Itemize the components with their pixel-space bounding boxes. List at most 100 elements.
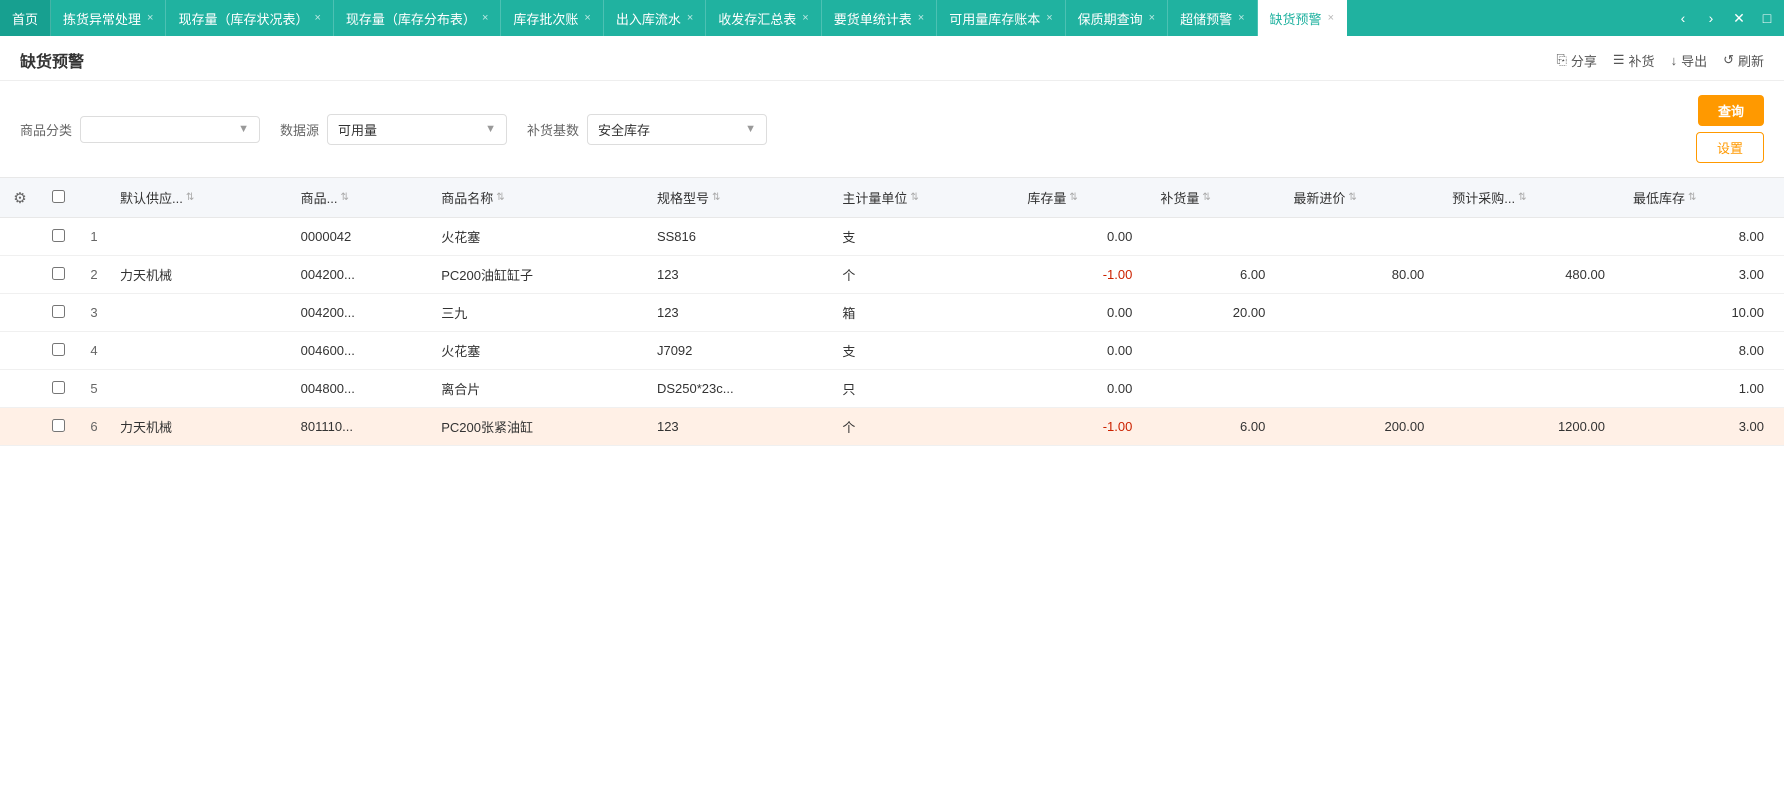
replenish-icon: ☰ [1613,52,1625,68]
th-replenish[interactable]: 补货量⇅ [1152,178,1285,218]
tab-item-7[interactable]: 要货单统计表× [822,0,937,36]
tab-label-11: 缺货预警 [1270,9,1322,28]
cell-settings-2 [0,294,40,332]
cell-min-stock-5: 3.00 [1625,408,1784,446]
tab-item-6[interactable]: 收发存汇总表 × [706,0,821,36]
row-checkbox-2[interactable] [52,305,65,318]
replenish-base-select[interactable]: 安全库存 ▼ [587,114,767,145]
cell-spec-3: J7092 [649,332,834,370]
th-name[interactable]: 商品名称⇅ [433,178,649,218]
refresh-action[interactable]: ↺ 刷新 [1723,51,1764,70]
th-supplier[interactable]: 默认供应...⇅ [112,178,293,218]
export-action[interactable]: ↓ 导出 [1671,51,1708,70]
tab-item-1[interactable]: 拣货异常处理 × [51,0,166,36]
sort-name-icon: ⇅ [496,192,504,203]
filter-datasource-group: 数据源 可用量 ▼ [280,114,507,145]
cell-name-2: 三九 [433,294,649,332]
cell-supplier-0 [112,218,293,256]
tab-item-4[interactable]: 库存批次账× [501,0,603,36]
tab-item-10[interactable]: 超储预警× [1168,0,1257,36]
table-row: 2 力天机械 004200... PC200油缸缸子 123 个 -1.00 6… [0,256,1784,294]
cell-checkbox-3[interactable] [40,332,76,370]
sort-min-stock-icon: ⇅ [1688,192,1696,203]
th-checkbox[interactable] [40,178,76,218]
cell-index-3: 4 [76,332,112,370]
tab-close-8[interactable]: × [1046,12,1052,24]
th-spec[interactable]: 规格型号⇅ [649,178,834,218]
th-settings[interactable]: ⚙ [0,178,40,218]
cell-stock-3: 0.00 [1019,332,1152,370]
tab-label-6: 收发存汇总表 [718,9,796,28]
table-body: 1 0000042 火花塞 SS816 支 0.00 8.00 2 力天机械 0… [0,218,1784,446]
replenish-action[interactable]: ☰ 补货 [1613,51,1655,70]
tab-item-9[interactable]: 保质期查询× [1066,0,1168,36]
tab-item-8[interactable]: 可用量库存账本× [937,0,1065,36]
tab-label-1: 拣货异常处理 [63,9,141,28]
select-all-checkbox[interactable] [52,190,65,203]
sort-spec-icon: ⇅ [712,192,720,203]
cell-checkbox-5[interactable] [40,408,76,446]
datasource-select[interactable]: 可用量 ▼ [327,114,507,145]
cell-spec-2: 123 [649,294,834,332]
th-unit[interactable]: 主计量单位⇅ [834,178,1019,218]
th-replenish-label: 补货量 [1160,188,1199,207]
row-checkbox-5[interactable] [52,419,65,432]
cell-min-stock-2: 10.00 [1625,294,1784,332]
cell-settings-1 [0,256,40,294]
gear-icon[interactable]: ⚙ [13,190,26,207]
tab-close-3[interactable]: × [482,12,488,24]
setting-button[interactable]: 设置 [1696,132,1764,163]
tab-close-7[interactable]: × [918,12,924,24]
tab-label-2: 现存量（库存状况表） [178,9,308,28]
th-latest-price[interactable]: 最新进价⇅ [1285,178,1444,218]
cell-replenish-0 [1152,218,1285,256]
th-stock[interactable]: 库存量⇅ [1019,178,1152,218]
header-actions: ⎘ 分享 ☰ 补货 ↓ 导出 ↺ 刷新 [1556,51,1764,70]
tab-close-4[interactable]: × [584,12,590,24]
th-min-stock[interactable]: 最低库存⇅ [1625,178,1784,218]
category-select[interactable]: ▼ [80,116,260,143]
cell-name-4: 离合片 [433,370,649,408]
th-code[interactable]: 商品...⇅ [293,178,434,218]
cell-replenish-5: 6.00 [1152,408,1285,446]
cell-checkbox-4[interactable] [40,370,76,408]
tab-close-5[interactable]: × [687,12,693,24]
cell-checkbox-0[interactable] [40,218,76,256]
tab-item-2[interactable]: 现存量（库存状况表） × [166,0,333,36]
tab-close-9[interactable]: × [1149,12,1155,24]
cell-latest-price-1: 80.00 [1285,256,1444,294]
query-button[interactable]: 查询 [1698,95,1764,126]
tab-close-btn[interactable]: ✕ [1726,5,1752,31]
cell-checkbox-2[interactable] [40,294,76,332]
tab-close-6[interactable]: × [802,12,808,24]
tab-item-5[interactable]: 出入库流水× [604,0,706,36]
tab-maximize-btn[interactable]: □ [1754,5,1780,31]
cell-latest-price-5: 200.00 [1285,408,1444,446]
tab-item-3[interactable]: 现存量（库存分布表）× [334,0,501,36]
tab-close-1[interactable]: × [147,12,153,24]
cell-code-4: 004800... [293,370,434,408]
tab-close-10[interactable]: × [1238,12,1244,24]
row-checkbox-3[interactable] [52,343,65,356]
cell-unit-5: 个 [834,408,1019,446]
th-est-purchase[interactable]: 预计采购...⇅ [1444,178,1625,218]
tab-next-btn[interactable]: › [1698,5,1724,31]
th-unit-label: 主计量单位 [842,188,907,207]
th-index [76,178,112,218]
row-checkbox-0[interactable] [52,229,65,242]
cell-index-2: 3 [76,294,112,332]
cell-name-1: PC200油缸缸子 [433,256,649,294]
sort-code-icon: ⇅ [341,192,349,203]
row-checkbox-4[interactable] [52,381,65,394]
tab-prev-btn[interactable]: ‹ [1670,5,1696,31]
th-supplier-label: 默认供应... [120,188,183,207]
cell-name-3: 火花塞 [433,332,649,370]
tab-item-11[interactable]: 缺货预警 × [1258,0,1347,36]
tab-close-2[interactable]: × [314,12,320,24]
filter-actions: 查询 设置 [1696,95,1764,163]
share-action[interactable]: ⎘ 分享 [1556,51,1596,70]
cell-checkbox-1[interactable] [40,256,76,294]
tab-item-0[interactable]: 首页 [0,0,51,36]
row-checkbox-1[interactable] [52,267,65,280]
tab-close-11[interactable]: × [1328,12,1334,24]
